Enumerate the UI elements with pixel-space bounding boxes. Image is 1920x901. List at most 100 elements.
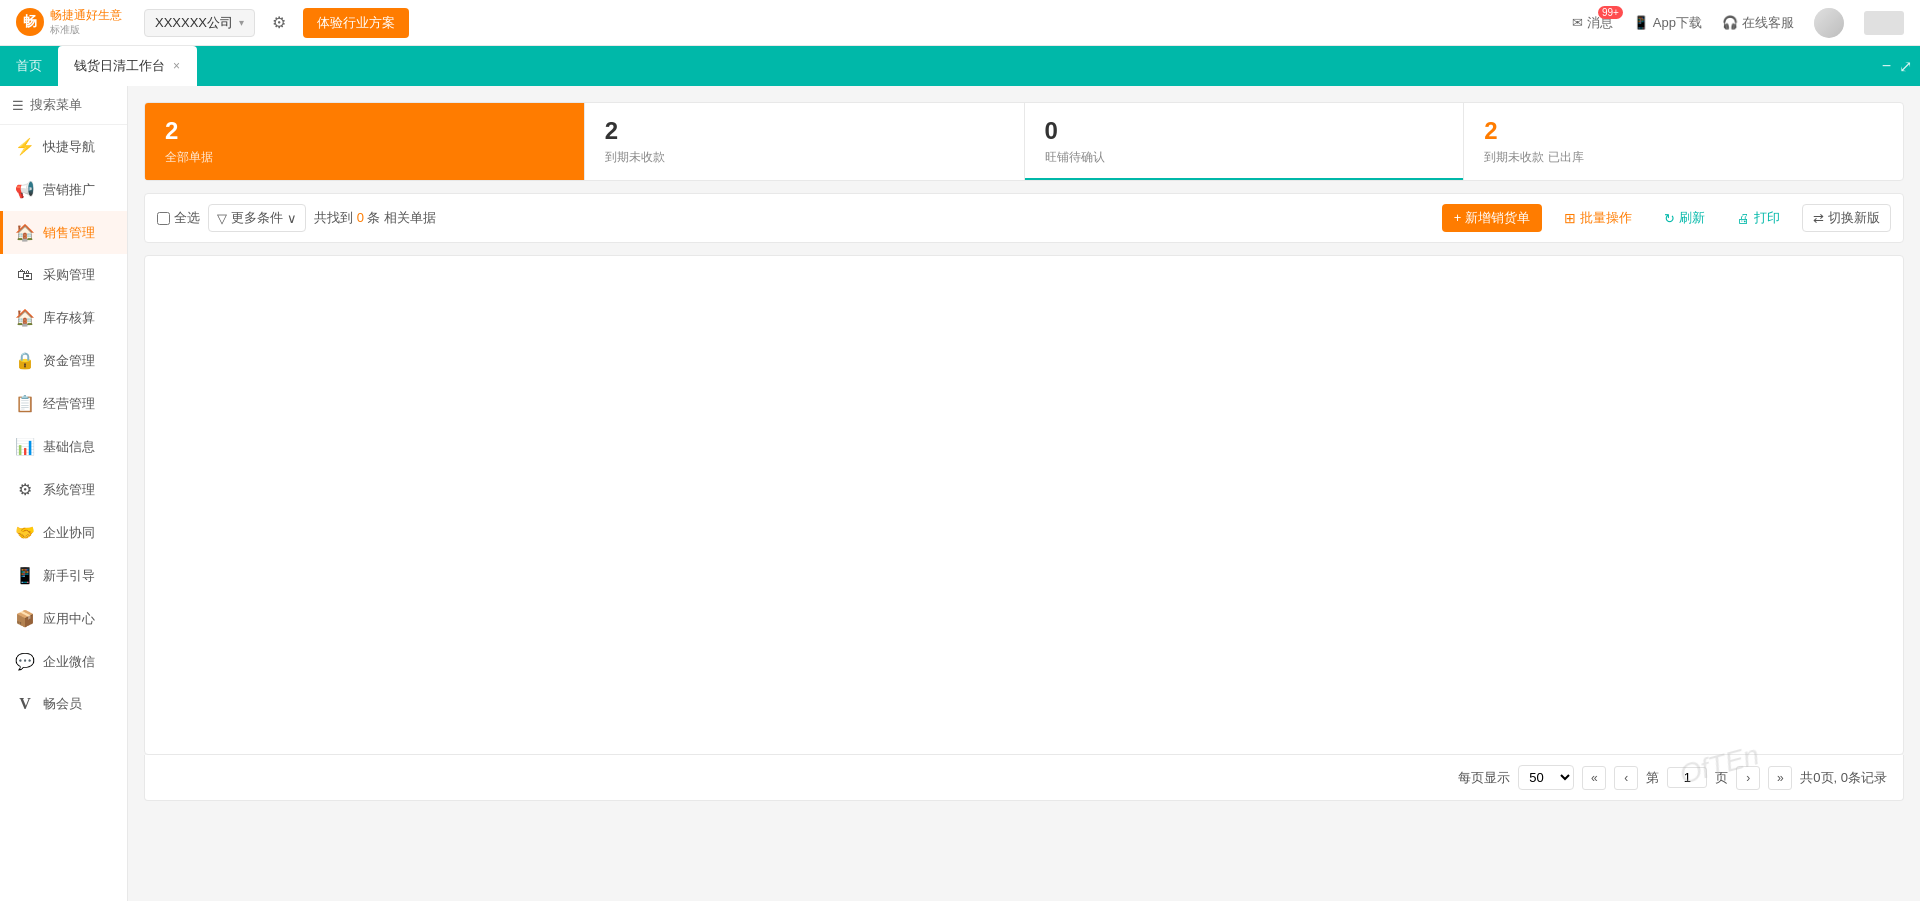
card-pending-num: 0 <box>1045 117 1444 145</box>
sidebar-item-guide[interactable]: 📱 新手引导 <box>0 554 127 597</box>
summary-card-unshipped[interactable]: 2 到期未收款 已出库 <box>1464 103 1903 180</box>
sidebar-item-member[interactable]: V 畅会员 <box>0 683 127 725</box>
add-sales-order-button[interactable]: + 新增销货单 <box>1442 204 1542 232</box>
sidebar-item-operation[interactable]: 📋 经营管理 <box>0 382 127 425</box>
card-all-num: 2 <box>165 117 564 145</box>
filter-icon: ▽ <box>217 211 227 226</box>
card-overdue-num: 2 <box>605 117 1004 145</box>
trial-button[interactable]: 体验行业方案 <box>303 8 409 38</box>
pagination-next-button[interactable]: › <box>1736 766 1760 790</box>
batch-label: 批量操作 <box>1580 209 1632 227</box>
refresh-label: 刷新 <box>1679 209 1705 227</box>
layout: ☰ 搜索菜单 ⚡ 快捷导航 📢 营销推广 🏠 销售管理 🛍 采购管理 🏠 库存核… <box>0 86 1920 901</box>
result-text: 共找到 0 条 相关单据 <box>314 209 436 227</box>
online-service-label: 在线客服 <box>1742 14 1794 32</box>
pagination-page-input[interactable]: 1 <box>1667 767 1707 788</box>
filter-button[interactable]: ▽ 更多条件 ∨ <box>208 204 306 232</box>
card-overdue-underline <box>585 178 1024 180</box>
settings-button[interactable]: ⚙ <box>263 7 295 39</box>
result-suffix: 相关单据 <box>384 210 436 225</box>
pagination-prev-button[interactable]: ‹ <box>1614 766 1638 790</box>
app-center-icon: 📦 <box>15 609 35 628</box>
marketing-icon: 📢 <box>15 180 35 199</box>
batch-icon: ⊞ <box>1564 210 1576 226</box>
card-unshipped-label: 到期未收款 已出库 <box>1484 149 1883 166</box>
print-label: 打印 <box>1754 209 1780 227</box>
sidebar-item-sales[interactable]: 🏠 销售管理 <box>0 211 127 254</box>
sidebar-item-cooperation[interactable]: 🤝 企业协同 <box>0 511 127 554</box>
avatar-image <box>1814 8 1844 38</box>
sidebar-item-quick-nav[interactable]: ⚡ 快捷导航 <box>0 125 127 168</box>
company-dropdown-arrow: ▾ <box>239 17 244 28</box>
purchase-icon: 🛍 <box>15 266 35 284</box>
batch-operation-button[interactable]: ⊞ 批量操作 <box>1554 205 1642 231</box>
select-all-checkbox[interactable]: 全选 <box>157 209 200 227</box>
sidebar-item-purchase[interactable]: 🛍 采购管理 <box>0 254 127 296</box>
sidebar-search-label: 搜索菜单 <box>30 96 82 114</box>
quick-nav-label: 快捷导航 <box>43 138 95 156</box>
filter-arrow: ∨ <box>287 211 297 226</box>
table-area <box>144 255 1904 755</box>
sidebar-item-finance[interactable]: 🔒 资金管理 <box>0 339 127 382</box>
sidebar-item-system[interactable]: ⚙ 系统管理 <box>0 468 127 511</box>
filter-label: 更多条件 <box>231 209 283 227</box>
avatar[interactable] <box>1814 8 1844 38</box>
sidebar-item-app-center[interactable]: 📦 应用中心 <box>0 597 127 640</box>
sidebar-search[interactable]: ☰ 搜索菜单 <box>0 86 127 125</box>
sidebar-item-basic-info[interactable]: 📊 基础信息 <box>0 425 127 468</box>
main-content: 2 全部单据 2 到期未收款 0 旺铺待确认 2 到期未收款 已出库 <box>128 86 1920 901</box>
basic-info-icon: 📊 <box>15 437 35 456</box>
app-download-button[interactable]: 📱 App下载 <box>1633 14 1702 32</box>
logo-text: 畅捷通好生意 <box>50 8 122 22</box>
cooperation-label: 企业协同 <box>43 524 95 542</box>
message-button[interactable]: ✉ 消息 99+ <box>1572 14 1613 32</box>
online-service-button[interactable]: 🎧 在线客服 <box>1722 14 1794 32</box>
app-download-label: App下载 <box>1653 14 1702 32</box>
print-icon: 🖨 <box>1737 211 1750 226</box>
card-all-label: 全部单据 <box>165 149 564 166</box>
toolbar-left: 全选 ▽ 更多条件 ∨ 共找到 0 条 相关单据 <box>157 204 436 232</box>
tab-home[interactable]: 首页 <box>0 57 58 75</box>
tab-minimize-icon[interactable]: − <box>1882 57 1891 75</box>
tab-active-label: 钱货日清工作台 <box>74 57 165 75</box>
header-right: ✉ 消息 99+ 📱 App下载 🎧 在线客服 <box>1572 8 1904 38</box>
purchase-label: 采购管理 <box>43 266 95 284</box>
result-count: 0 <box>357 210 364 225</box>
pagination-first-button[interactable]: « <box>1582 766 1606 790</box>
page-size-label: 每页显示 <box>1458 769 1510 787</box>
summary-card-all[interactable]: 2 全部单据 <box>145 103 585 180</box>
sales-label: 销售管理 <box>43 224 95 242</box>
select-all-input[interactable] <box>157 212 170 225</box>
refresh-icon: ↻ <box>1664 211 1675 226</box>
tab-expand-icon[interactable]: ⤢ <box>1899 57 1912 76</box>
company-selector[interactable]: XXXXXX公司 ▾ <box>144 9 255 37</box>
sidebar-item-marketing[interactable]: 📢 营销推广 <box>0 168 127 211</box>
tab-qianhuoricingongzuotai[interactable]: 钱货日清工作台 × <box>58 46 197 86</box>
logo-area: 畅 畅捷通好生意 标准版 <box>16 8 144 36</box>
switch-version-button[interactable]: ⇄ 切换新版 <box>1802 204 1891 232</box>
card-pending-label: 旺铺待确认 <box>1045 149 1444 166</box>
page-size-select[interactable]: 20 50 100 <box>1518 765 1574 790</box>
system-icon: ⚙ <box>15 480 35 499</box>
result-prefix: 共找到 <box>314 210 353 225</box>
pagination-bar: 每页显示 20 50 100 « ‹ 第 1 页 › » 共0页, 0条记录 <box>144 755 1904 801</box>
wechat-label: 企业微信 <box>43 653 95 671</box>
tab-close-icon[interactable]: × <box>173 59 180 73</box>
system-label: 系统管理 <box>43 481 95 499</box>
company-name: XXXXXX公司 <box>155 14 233 32</box>
pagination-last-button[interactable]: » <box>1768 766 1792 790</box>
app-center-label: 应用中心 <box>43 610 95 628</box>
tab-bar: 首页 钱货日清工作台 × − ⤢ <box>0 46 1920 86</box>
logo-icon: 畅 <box>16 8 44 36</box>
toolbar: 全选 ▽ 更多条件 ∨ 共找到 0 条 相关单据 + 新增销货单 ⊞ <box>144 193 1904 243</box>
switch-label: 切换新版 <box>1828 209 1880 227</box>
print-button[interactable]: 🖨 打印 <box>1727 205 1790 231</box>
basic-info-label: 基础信息 <box>43 438 95 456</box>
summary-card-overdue[interactable]: 2 到期未收款 <box>585 103 1025 180</box>
online-service-icon: 🎧 <box>1722 15 1738 30</box>
finance-icon: 🔒 <box>15 351 35 370</box>
sidebar-item-inventory[interactable]: 🏠 库存核算 <box>0 296 127 339</box>
refresh-button[interactable]: ↻ 刷新 <box>1654 205 1715 231</box>
summary-card-pending[interactable]: 0 旺铺待确认 <box>1025 103 1465 180</box>
sidebar-item-wechat[interactable]: 💬 企业微信 <box>0 640 127 683</box>
